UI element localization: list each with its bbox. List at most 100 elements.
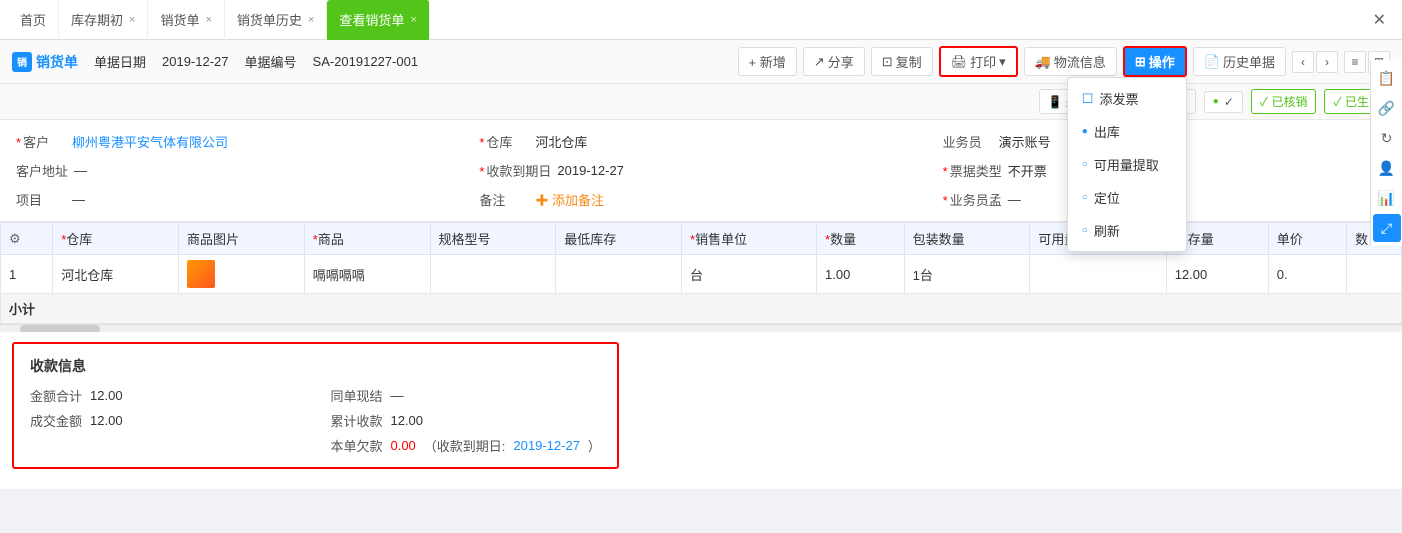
print-icon: 🖨 (951, 54, 968, 70)
sales-staff-label: 业务员孟 (943, 190, 1002, 209)
new-label: + 新增 (749, 52, 786, 71)
sales-staff-value: — (1008, 192, 1021, 207)
out-stock-label: 出库 (1094, 122, 1120, 141)
close-history-tab[interactable]: × (308, 14, 314, 26)
right-sidebar: 📋 🔗 ↻ 👤 📊 ⤢ (1370, 60, 1402, 246)
menu-locate[interactable]: ○ 定位 (1068, 181, 1186, 214)
copy-icon: ⊡ (882, 54, 893, 70)
print-button[interactable]: 🖨 打印 ▾ (939, 46, 1018, 77)
transaction-label: 成交金额 (30, 411, 82, 430)
warehouse-field: 仓库 河北仓库 (479, 132, 922, 151)
warehouse-value: 河北仓库 (535, 132, 587, 151)
col-settings[interactable]: ⚙ (1, 223, 53, 255)
row-min-stock (556, 255, 682, 294)
staff-value: 演示账号 (999, 132, 1051, 151)
cancelled-status: ✓ 已核销 (1251, 89, 1317, 114)
cancelled-label: 已核销 (1271, 95, 1307, 109)
date-value: 2019-12-27 (162, 54, 229, 69)
out-stock-icon: ● (1082, 126, 1088, 137)
table-row: 1 河北仓库 嗝嗝嗝嗝 台 1.00 1台 12.00 0. (1, 255, 1402, 294)
tab-inventory[interactable]: 库存期初 × (59, 0, 148, 40)
menu-add-invoice[interactable]: ☐ 添发票 (1068, 82, 1186, 115)
sidebar-icon-document[interactable]: 📋 (1373, 64, 1401, 92)
toolbar-row1: 销 销货单 单据日期 2019-12-27 单据编号 SA-20191227-0… (0, 40, 1402, 84)
menu-out-stock[interactable]: ● 出库 (1068, 115, 1186, 148)
sidebar-icon-chart[interactable]: 📊 (1373, 184, 1401, 212)
operate-wrapper: ⊞ 操作 ☐ 添发票 ● 出库 ○ 可用量提取 (1123, 46, 1187, 77)
address-field: 客户地址 — (16, 161, 459, 180)
available-qty-label: 可用量提取 (1094, 155, 1159, 174)
due-date-close: ） (588, 436, 601, 455)
horizontal-scrollbar[interactable] (0, 324, 1402, 332)
customer-field: 客户 柳州粤港平安气体有限公司 (16, 132, 459, 151)
amount-total-label: 金额合计 (30, 386, 82, 405)
col-spec: 规格型号 (430, 223, 556, 255)
logistics-label: 物流信息 (1054, 52, 1106, 71)
row-unit-price: 0. (1268, 255, 1346, 294)
tab-view-sales[interactable]: 查看销货单 × (327, 0, 429, 40)
row-spec (430, 255, 556, 294)
project-field: 项目 — (16, 190, 459, 209)
remark-label: 备注 (479, 190, 529, 209)
ticket-type-value: 不开票 (1008, 161, 1047, 180)
sidebar-icon-expand[interactable]: ⤢ (1373, 214, 1401, 242)
history-button[interactable]: 📄 历史单据 (1193, 47, 1286, 76)
number-value: SA-20191227-001 (313, 54, 419, 69)
close-sales-tab[interactable]: × (205, 14, 211, 26)
accumulated-row: 累计收款 12.00 (330, 411, 600, 430)
col-product: *商品 (304, 223, 430, 255)
row-unit: 台 (682, 255, 817, 294)
prev-arrow[interactable]: ‹ (1292, 51, 1314, 73)
sidebar-icon-rotate[interactable]: ↻ (1373, 124, 1401, 152)
ticket-type-label: 票据类型 (943, 161, 1002, 180)
row-product: 嗝嗝嗝嗝 (304, 255, 430, 294)
logistics-button[interactable]: 🚚 物流信息 (1024, 47, 1117, 76)
close-view-tab[interactable]: × (410, 14, 416, 26)
new-button[interactable]: + 新增 (738, 47, 797, 76)
current-owed-row: 本单欠款 0.00 （收款到期日: 2019-12-27 ） (330, 436, 600, 455)
close-inventory-tab[interactable]: × (129, 14, 135, 26)
doc-meta: 单据日期 2019-12-27 单据编号 SA-20191227-001 (94, 52, 418, 71)
tab-sales-history[interactable]: 销货单历史 × (225, 0, 327, 40)
menu-available-qty[interactable]: ○ 可用量提取 (1068, 148, 1186, 181)
phone-icon: 📱 (1048, 95, 1063, 109)
same-order-label: 同单现结 (330, 386, 382, 405)
list-view-icon[interactable]: ≡ (1344, 51, 1366, 73)
doc-type-label: 销 销货单 (12, 52, 78, 72)
tab-home[interactable]: 首页 (8, 0, 59, 40)
operate-button[interactable]: ⊞ 操作 (1123, 46, 1187, 77)
product-image (187, 260, 215, 288)
sidebar-icon-person[interactable]: 👤 (1373, 154, 1401, 182)
address-label: 客户地址 (16, 161, 68, 180)
history-icon: 📄 (1204, 54, 1220, 70)
close-all-tabs[interactable]: ✕ (1365, 10, 1394, 30)
row-amount (1347, 255, 1402, 294)
due-date-text: （收款到期日: (424, 436, 506, 455)
print-label: 打印 (970, 52, 996, 71)
row-current-stock: 12.00 (1166, 255, 1268, 294)
add-remark-button[interactable]: ✚ 添加备注 (535, 190, 604, 209)
operate-dropdown-menu: ☐ 添发票 ● 出库 ○ 可用量提取 ○ 定位 (1067, 77, 1187, 252)
col-product-img: 商品图片 (178, 223, 304, 255)
share-button[interactable]: ↗ 分享 (803, 47, 865, 76)
doc-type-icon: 销 (12, 52, 32, 72)
row-no: 1 (1, 255, 53, 294)
col-warehouse: *仓库 (53, 223, 179, 255)
menu-refresh[interactable]: ○ 刷新 (1068, 214, 1186, 247)
copy-button[interactable]: ⊡ 复制 (871, 47, 933, 76)
scrollbar-thumb[interactable] (20, 325, 100, 332)
payment-info-box: 收款信息 金额合计 12.00 成交金额 12.00 同单现结 — (12, 342, 619, 469)
number-label: 单据编号 (245, 52, 297, 71)
product-table: ⚙ *仓库 商品图片 *商品 规格型号 最低库存 *销售单位 *数量 包装数量 … (0, 222, 1402, 324)
tab-sales-order[interactable]: 销货单 × (148, 0, 224, 40)
refresh-label: 刷新 (1094, 221, 1120, 240)
col-min-stock: 最低库存 (556, 223, 682, 255)
customer-value[interactable]: 柳州粤港平安气体有限公司 (72, 132, 228, 151)
product-table-container: ⚙ *仓库 商品图片 *商品 规格型号 最低库存 *销售单位 *数量 包装数量 … (0, 222, 1402, 332)
confirm-btn[interactable]: ✓ (1204, 91, 1243, 113)
next-arrow[interactable]: › (1316, 51, 1338, 73)
refresh-icon: ○ (1082, 225, 1088, 236)
payment-date-field: 收款到期日 2019-12-27 (479, 161, 922, 180)
sidebar-icon-link[interactable]: 🔗 (1373, 94, 1401, 122)
project-label: 项目 (16, 190, 66, 209)
